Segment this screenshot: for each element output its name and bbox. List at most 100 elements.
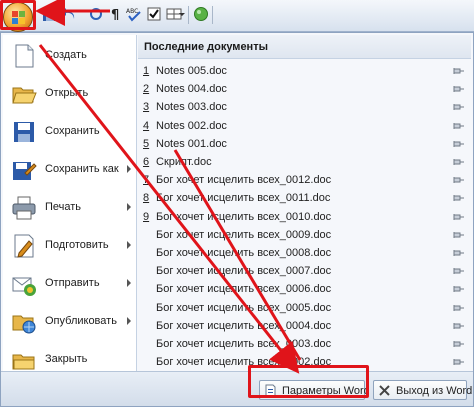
pin-icon[interactable]: [453, 249, 465, 257]
recent-document-number: 4: [143, 119, 150, 132]
save-icon: [14, 122, 34, 142]
menu-item-create[interactable]: Создать: [3, 37, 137, 75]
recent-document-name: Скрипт.doc: [156, 156, 212, 168]
recent-document-item[interactable]: Бог хочет исцелить всех_0004.doc: [138, 317, 471, 335]
recent-document-number: 3: [143, 101, 150, 114]
recent-document-item[interactable]: 8 Бог хочет исцелить всех_0011.doc: [138, 189, 471, 207]
print-icon: [12, 196, 36, 220]
recent-document-name: Notes 002.doc: [156, 119, 227, 132]
pin-icon[interactable]: [453, 176, 465, 184]
pin-icon[interactable]: [453, 267, 465, 275]
menu-item-print[interactable]: Печать: [3, 189, 137, 227]
paragraph-mark-icon[interactable]: ¶: [108, 6, 124, 22]
recent-document-name: Бог хочет исцелить всех_0005.doc: [156, 301, 332, 314]
recent-document-item[interactable]: Бог хочет исцелить всех_0007.doc: [138, 262, 471, 280]
recent-document-item[interactable]: Бог хочет исцелить всех_0005.doc: [138, 299, 471, 317]
menu-item-save-as[interactable]: Сохранить как: [3, 151, 137, 189]
redo-icon[interactable]: [88, 6, 104, 22]
recent-document-name: Бог хочет исцелить всех_0012.doc: [156, 174, 332, 187]
pin-icon[interactable]: [453, 85, 465, 93]
green-circle-icon[interactable]: [193, 6, 209, 22]
submenu-arrow-icon: [127, 203, 131, 211]
undo-icon[interactable]: [62, 6, 78, 22]
menu-item-label: Открыть: [45, 87, 89, 99]
pin-icon[interactable]: [453, 194, 465, 202]
svg-text:ABC: ABC: [126, 8, 138, 15]
recent-document-item[interactable]: Бог хочет исцелить всех_0006.doc: [138, 280, 471, 298]
command-list: Создать Открыть Сохранить Сохранить как: [3, 35, 137, 371]
pin-icon[interactable]: [453, 140, 465, 148]
dropdown-arrow-icon[interactable]: [178, 6, 186, 22]
menu-item-label: Подготовить: [45, 239, 109, 251]
recent-document-item[interactable]: 5 Notes 001.doc: [138, 135, 471, 153]
recent-document-item[interactable]: 4 Notes 002.doc: [138, 117, 471, 135]
svg-text:¶: ¶: [111, 8, 119, 22]
close-folder-icon: [12, 354, 35, 370]
spelling-check-icon[interactable]: ABC: [126, 6, 142, 22]
new-document-icon: [15, 44, 34, 68]
recent-document-name: Бог хочет исцелить всех_0007.doc: [156, 265, 332, 278]
menu-item-label: Создать: [45, 49, 87, 61]
recent-document-item[interactable]: Бог хочет исцелить всех_0003.doc: [138, 335, 471, 353]
send-icon: [12, 277, 36, 296]
menu-item-label: Печать: [45, 201, 82, 213]
pin-icon[interactable]: [453, 122, 465, 130]
pin-icon[interactable]: [453, 285, 465, 293]
save-as-icon: [13, 162, 37, 180]
pin-icon[interactable]: [453, 358, 465, 366]
toolbar-separator: [188, 6, 189, 24]
recent-document-item[interactable]: 1 Notes 005.doc: [138, 62, 471, 80]
open-folder-icon: [12, 87, 37, 104]
menu-item-label: Сохранить как: [45, 163, 119, 175]
recent-document-item[interactable]: 7 Бог хочет исцелить всех_0012.doc: [138, 171, 471, 189]
menu-item-open[interactable]: Открыть: [3, 75, 137, 113]
recent-document-name: Бог хочет исцелить всех_0008.doc: [156, 247, 332, 259]
menu-item-label: Сохранить: [45, 125, 100, 137]
recent-document-item[interactable]: Бог хочет исцелить всех_0008.doc: [138, 244, 471, 262]
highlight-word-options: [248, 365, 369, 398]
submenu-arrow-icon: [127, 317, 131, 325]
pin-icon[interactable]: [453, 103, 465, 111]
recent-document-name: Бог хочет исцелить всех_0003.doc: [156, 338, 332, 350]
checkbox-field-icon[interactable]: [146, 6, 162, 22]
submenu-arrow-icon: [127, 279, 131, 287]
pin-icon[interactable]: [453, 231, 465, 239]
exit-word-label: Выход из Word: [396, 385, 473, 397]
recent-documents-panel: Последние документы 1 Notes 005.doc 2 Notes…: [138, 35, 471, 371]
recent-document-number: 2: [143, 83, 150, 96]
publish-icon: [12, 315, 36, 334]
menu-item-save[interactable]: Сохранить: [3, 113, 137, 151]
pin-icon[interactable]: [453, 322, 465, 330]
recent-document-name: Notes 003.doc: [156, 101, 227, 114]
submenu-arrow-icon: [127, 165, 131, 173]
menu-item-label: Отправить: [45, 277, 100, 289]
exit-word-button[interactable]: Выход из Word: [373, 380, 472, 400]
save-icon[interactable]: [42, 6, 58, 22]
recent-document-item[interactable]: 9 Бог хочет исцелить всех_0010.doc: [138, 208, 471, 226]
pin-icon[interactable]: [453, 158, 465, 166]
highlight-office-button: [0, 0, 36, 30]
menu-item-prepare[interactable]: Подготовить: [3, 227, 137, 265]
pin-icon[interactable]: [453, 213, 465, 221]
pin-icon[interactable]: [453, 67, 465, 75]
recent-document-number: 6: [143, 156, 150, 168]
recent-document-item[interactable]: 6 Скрипт.doc: [138, 153, 471, 171]
recent-document-number: 9: [143, 210, 150, 223]
recent-document-number: 7: [143, 174, 150, 187]
recent-document-number: 5: [143, 137, 150, 150]
menu-footer: Параметры Word Выход из Word: [1, 371, 473, 406]
menu-item-send[interactable]: Отправить: [3, 265, 137, 303]
toolbar-separator: [212, 6, 213, 24]
pin-icon[interactable]: [453, 340, 465, 348]
recent-document-item[interactable]: Бог хочет исцелить всех_0009.doc: [138, 226, 471, 244]
recent-document-name: Бог хочет исцелить всех_0006.doc: [156, 283, 332, 296]
pin-icon[interactable]: [453, 304, 465, 312]
office-menu: Создать Открыть Сохранить Сохранить как: [0, 32, 474, 407]
recent-document-item[interactable]: 2 Notes 004.doc: [138, 80, 471, 98]
menu-item-label: Закрыть: [45, 353, 88, 365]
recent-document-number: 1: [143, 65, 150, 77]
menu-item-publish[interactable]: Опубликовать: [3, 303, 137, 341]
recent-document-name: Бог хочет исцелить всех_0009.doc: [156, 228, 332, 241]
recent-document-item[interactable]: 3 Notes 003.doc: [138, 98, 471, 116]
recent-document-name: Notes 005.doc: [156, 65, 227, 77]
